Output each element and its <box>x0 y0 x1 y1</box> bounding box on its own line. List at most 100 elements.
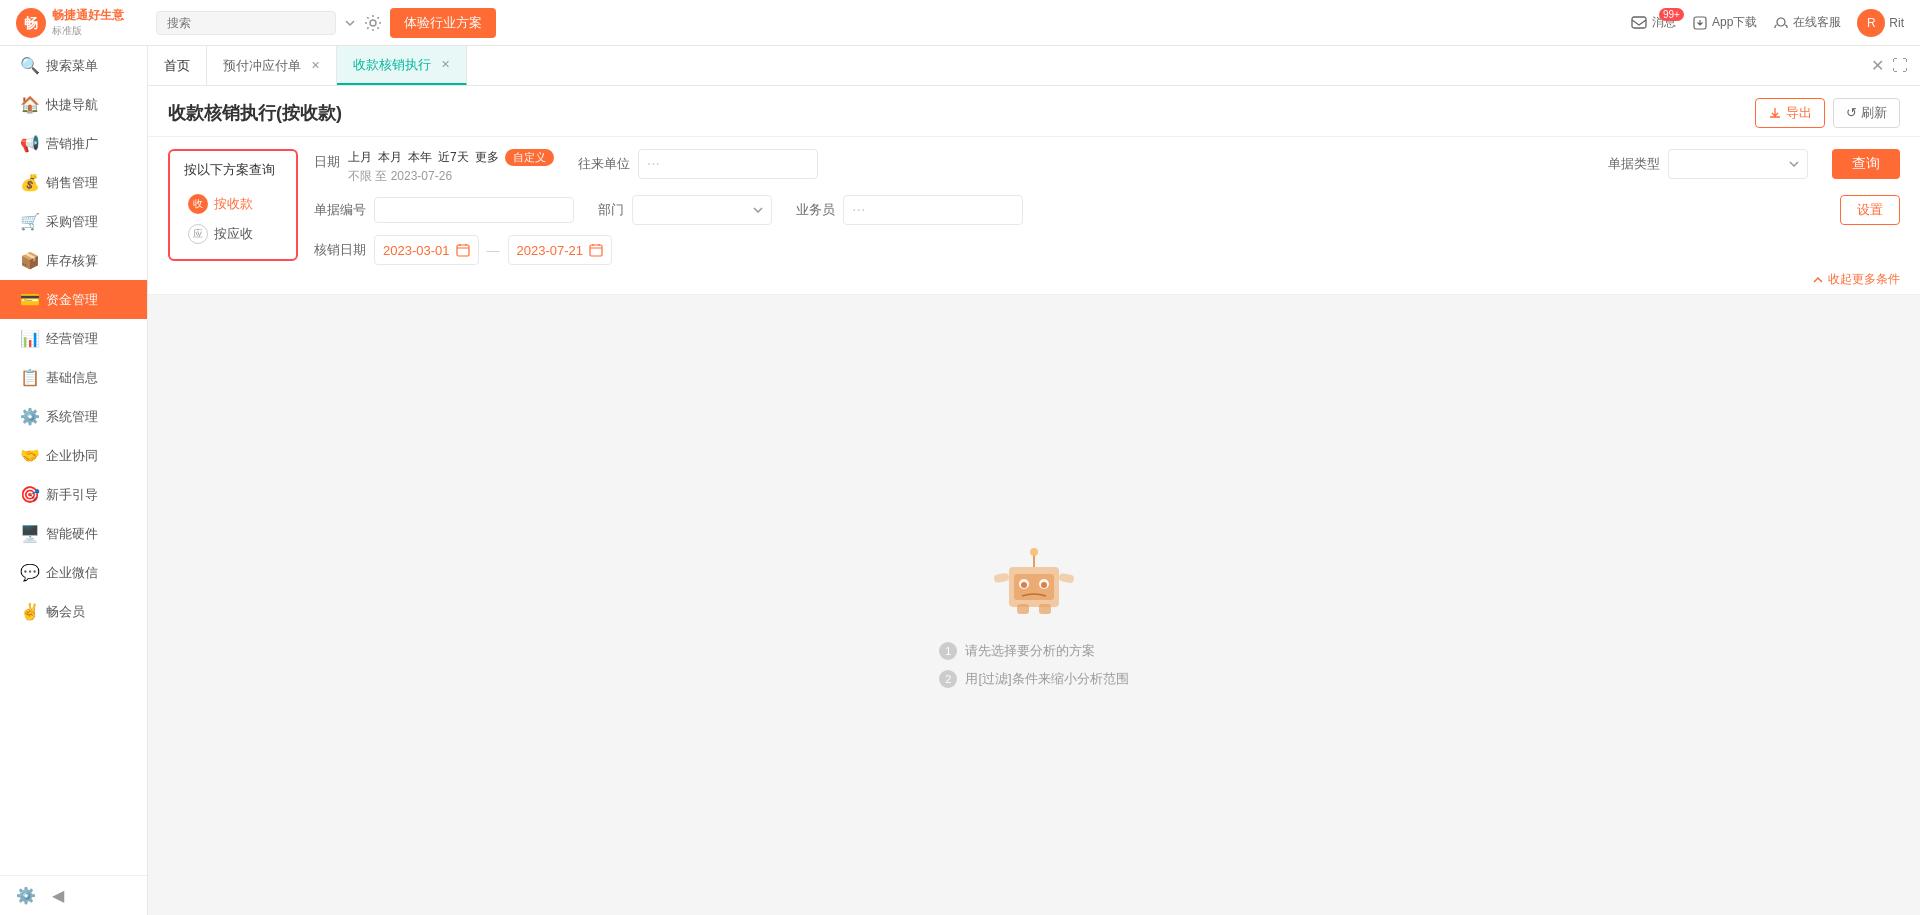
settings-bottom-icon[interactable]: ⚙️ <box>16 886 36 905</box>
main-content: 首页 预付冲应付单 ✕ 收款核销执行 ✕ ✕ ⛶ 收款核销执行(按收款) 导出 … <box>148 46 1920 915</box>
sidebar-item-purchase[interactable]: 🛒 采购管理 <box>0 202 147 241</box>
headset-icon <box>1773 15 1789 31</box>
date-custom-badge[interactable]: 自定义 <box>505 149 554 166</box>
voucher-type-label: 单据类型 <box>1608 155 1660 173</box>
settings-button[interactable]: 设置 <box>1840 195 1900 225</box>
department-label: 部门 <box>598 201 624 219</box>
marketing-icon: 📢 <box>20 134 38 153</box>
tab-close-receipts[interactable]: ✕ <box>441 58 450 71</box>
search-input[interactable] <box>156 11 336 35</box>
department-select[interactable] <box>632 195 772 225</box>
voucher-num-input[interactable] <box>374 197 574 223</box>
tip-num-2: 2 <box>939 670 957 688</box>
option-by-receivable[interactable]: 应 按应收 <box>184 219 282 249</box>
sidebar-label: 畅会员 <box>46 603 85 621</box>
date-label: 日期 <box>314 149 340 171</box>
unit-input[interactable]: ··· <box>638 149 818 179</box>
option-receipt-label: 按收款 <box>214 195 253 213</box>
tab-close-prepaid[interactable]: ✕ <box>311 59 320 72</box>
voucher-type-select[interactable] <box>1668 149 1808 179</box>
sidebar-item-operation[interactable]: 📊 经营管理 <box>0 319 147 358</box>
tab-bar-actions: ✕ ⛶ <box>1871 56 1920 75</box>
finance-icon: 💳 <box>20 290 38 309</box>
option-receivable-label: 按应收 <box>214 225 253 243</box>
export-icon <box>1768 106 1782 120</box>
tab-home[interactable]: 首页 <box>148 46 207 85</box>
collapse-bar: 收起更多条件 <box>148 265 1920 295</box>
sidebar-item-member[interactable]: ✌️ 畅会员 <box>0 592 147 631</box>
export-button[interactable]: 导出 <box>1755 98 1825 128</box>
avatar: R <box>1857 9 1885 37</box>
tab-receipts[interactable]: 收款核销执行 ✕ <box>337 46 467 85</box>
sidebar-item-quick-nav[interactable]: 🏠 快捷导航 <box>0 85 147 124</box>
sidebar-item-cooperation[interactable]: 🤝 企业协同 <box>0 436 147 475</box>
inventory-icon: 📦 <box>20 251 38 270</box>
app-download-item[interactable]: App下载 <box>1692 14 1757 31</box>
verification-date-start[interactable]: 2023-03-01 <box>374 235 479 265</box>
tab-expand-icon[interactable]: ⛶ <box>1892 57 1908 75</box>
date-last-month-btn[interactable]: 上月 <box>348 149 372 166</box>
sidebar-item-finance[interactable]: 💳 资金管理 <box>0 280 147 319</box>
sidebar-item-basic[interactable]: 📋 基础信息 <box>0 358 147 397</box>
empty-tip-2: 2 用[过滤]条件来缩小分析范围 <box>939 670 1128 688</box>
sidebar-item-hardware[interactable]: 🖥️ 智能硬件 <box>0 514 147 553</box>
wechat-icon: 💬 <box>20 563 38 582</box>
gear-icon[interactable] <box>364 14 382 32</box>
message-badge: 99+ <box>1659 8 1684 21</box>
system-icon: ⚙️ <box>20 407 38 426</box>
scheme-title: 按以下方案查询 <box>184 161 282 179</box>
svg-rect-17 <box>1058 573 1074 583</box>
tab-close-all-icon[interactable]: ✕ <box>1871 56 1884 75</box>
date-this-month-btn[interactable]: 本月 <box>378 149 402 166</box>
top-bar: 畅 畅捷通好生意 标准版 体验行业方案 消息 99+ App下载 在线客服 R … <box>0 0 1920 46</box>
option-by-receipt[interactable]: 收 按收款 <box>184 189 282 219</box>
sidebar-label: 企业协同 <box>46 447 98 465</box>
user-label: Rit <box>1889 16 1904 30</box>
query-scheme-panel: 按以下方案查询 收 按收款 应 按应收 <box>168 149 298 261</box>
sidebar-item-guide[interactable]: 🎯 新手引导 <box>0 475 147 514</box>
svg-point-13 <box>1041 582 1047 588</box>
tab-prepaid[interactable]: 预付冲应付单 ✕ <box>207 46 337 85</box>
sidebar-item-search[interactable]: 🔍 搜索菜单 <box>0 46 147 85</box>
date-more-btn[interactable]: 更多 <box>475 149 499 166</box>
search-icon: 🔍 <box>20 56 38 75</box>
sidebar-item-inventory[interactable]: 📦 库存核算 <box>0 241 147 280</box>
svg-text:畅: 畅 <box>24 15 38 31</box>
filter-row-2: 单据编号 部门 业务员 ··· 设置 <box>314 195 1900 225</box>
empty-tip-1: 1 请先选择要分析的方案 <box>939 642 1128 660</box>
sidebar-item-marketing[interactable]: 📢 营销推广 <box>0 124 147 163</box>
solution-button[interactable]: 体验行业方案 <box>390 8 496 38</box>
top-bar-middle: 体验行业方案 <box>156 8 1630 38</box>
collapse-sidebar-icon[interactable]: ◀ <box>52 886 64 905</box>
query-button[interactable]: 查询 <box>1832 149 1900 179</box>
collapse-button[interactable]: 收起更多条件 <box>1812 271 1900 288</box>
verification-date-end[interactable]: 2023-07-21 <box>508 235 613 265</box>
sidebar-label: 系统管理 <box>46 408 98 426</box>
sidebar-item-sales[interactable]: 💰 销售管理 <box>0 163 147 202</box>
message-item[interactable]: 消息 99+ <box>1630 14 1676 32</box>
date-this-year-btn[interactable]: 本年 <box>408 149 432 166</box>
date-7days-btn[interactable]: 近7天 <box>438 149 469 166</box>
sidebar-label: 资金管理 <box>46 291 98 309</box>
unit-label: 往来单位 <box>578 155 630 173</box>
filter-row-1: 日期 上月 本月 本年 近7天 更多 自定义 不限 至 2023-07-26 <box>314 149 1900 185</box>
tab-bar: 首页 预付冲应付单 ✕ 收款核销执行 ✕ ✕ ⛶ <box>148 46 1920 86</box>
sidebar-item-wechat[interactable]: 💬 企业微信 <box>0 553 147 592</box>
verification-date-label: 核销日期 <box>314 241 366 259</box>
page-title: 收款核销执行(按收款) <box>168 101 342 125</box>
user-item[interactable]: R Rit <box>1857 9 1904 37</box>
sidebar-item-system[interactable]: ⚙️ 系统管理 <box>0 397 147 436</box>
chevron-down-icon <box>344 17 356 29</box>
online-service-item[interactable]: 在线客服 <box>1773 14 1841 31</box>
collapse-icon <box>1812 274 1824 286</box>
svg-point-2 <box>370 20 376 26</box>
chevron-down-icon <box>753 207 763 213</box>
svg-rect-18 <box>1017 604 1029 614</box>
svg-rect-19 <box>1039 604 1051 614</box>
member-icon: ✌️ <box>20 602 38 621</box>
refresh-button[interactable]: ↺ 刷新 <box>1833 98 1900 128</box>
staff-field: 业务员 ··· <box>796 195 1023 225</box>
operation-icon: 📊 <box>20 329 38 348</box>
staff-input[interactable]: ··· <box>843 195 1023 225</box>
filter-fields: 日期 上月 本月 本年 近7天 更多 自定义 不限 至 2023-07-26 <box>314 149 1900 265</box>
